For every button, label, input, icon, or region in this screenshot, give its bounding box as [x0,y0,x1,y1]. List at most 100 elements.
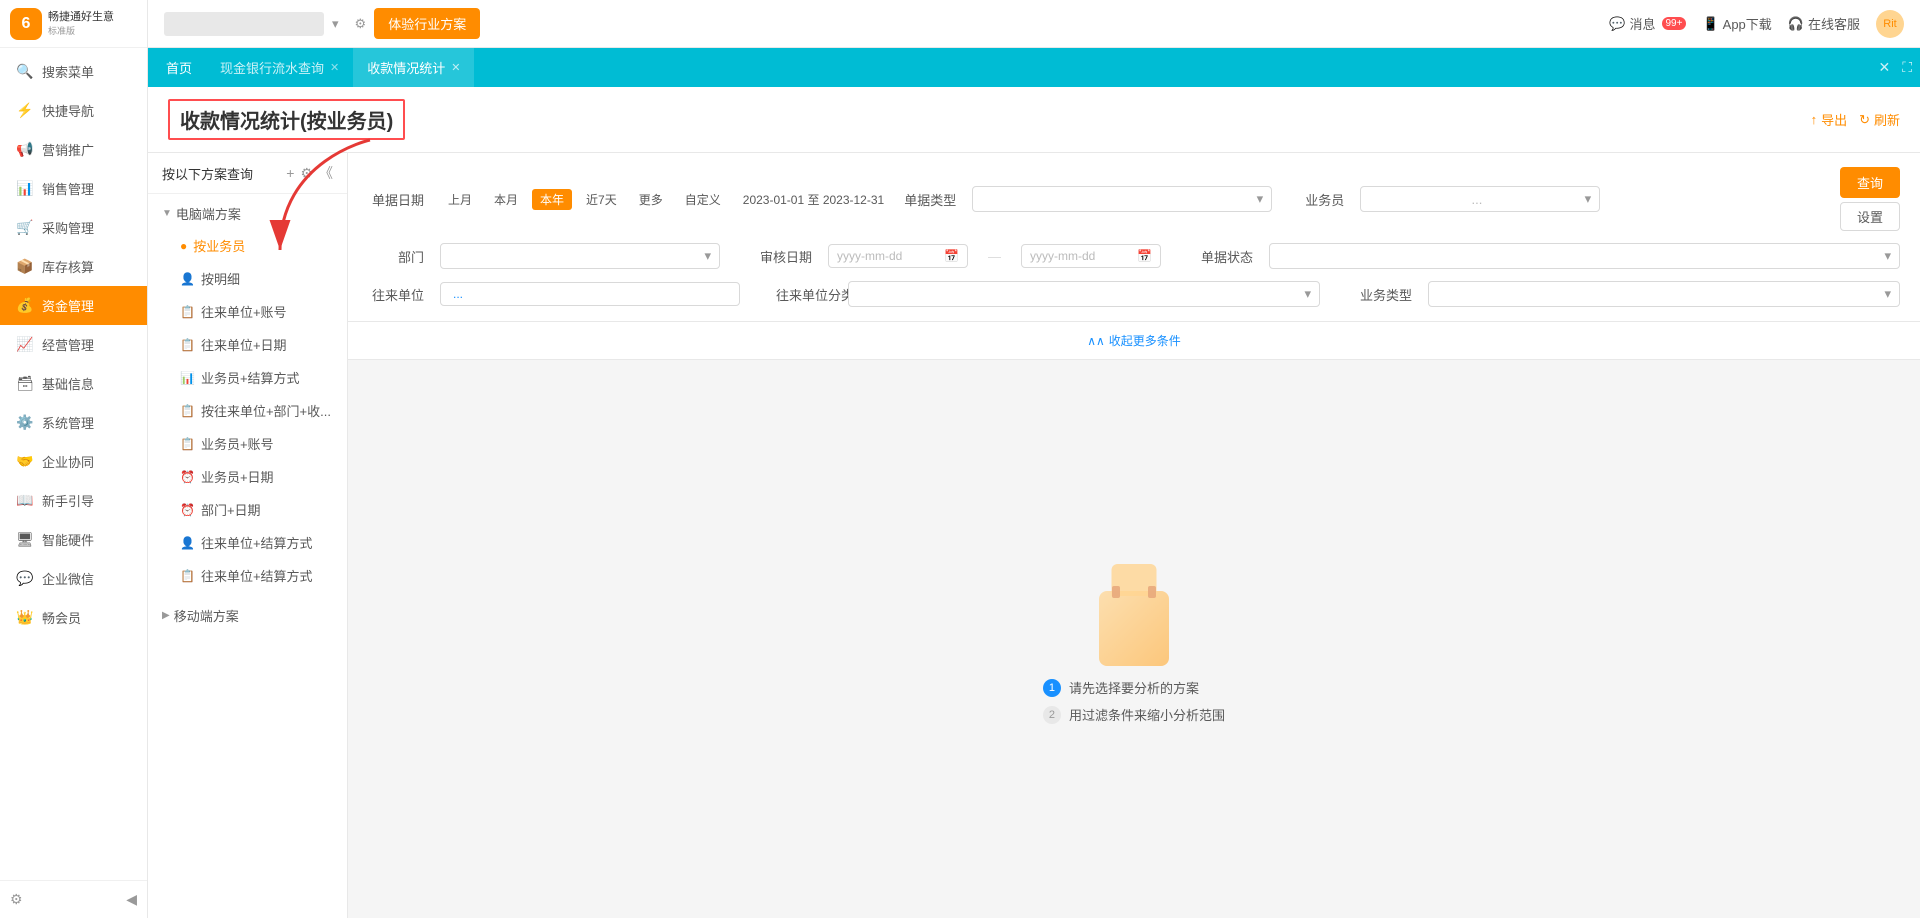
sidebar-item-system[interactable]: ⚙️ 系统管理 [0,403,147,442]
page-actions: ↑ 导出 ↻ 刷新 [1811,110,1900,129]
unit-account-icon: 📋 [180,305,195,319]
desktop-group-header[interactable]: ▼ 电脑端方案 [148,198,347,229]
scheme-item-label: 往来单位+结算方式 [201,566,313,585]
sidebar-item-newbie[interactable]: 📖 新手引导 [0,481,147,520]
download-icon: 📱 [1702,16,1718,32]
shortcut-last-month[interactable]: 上月 [440,189,480,210]
shortcut-more[interactable]: 更多 [631,189,671,210]
tabs-bar: 首页 现金银行流水查询 ✕ 收款情况统计 ✕ ✕ ⛶ [148,48,1920,87]
export-button[interactable]: ↑ 导出 [1811,110,1848,129]
app-logo-icon: 6 [10,8,42,40]
sidebar-item-operation[interactable]: 📈 经营管理 [0,325,147,364]
settings-button[interactable]: 设置 [1840,202,1900,231]
scheme-item-label: 业务员+结算方式 [201,368,300,387]
panel-settings-icon[interactable]: ⚙ [300,165,313,182]
bill-status-select[interactable]: ▾ [1269,243,1900,269]
sidebar-item-finance[interactable]: 💰 资金管理 [0,286,147,325]
sidebar-item-sales[interactable]: 📊 销售管理 [0,169,147,208]
sidebar-item-label: 销售管理 [42,179,94,198]
unit-more-btn[interactable]: ... [453,287,463,301]
audit-date-from-placeholder: yyyy-mm-dd [837,249,902,263]
audit-date-from[interactable]: yyyy-mm-dd 📅 [828,244,968,268]
shortcut-this-year[interactable]: 本年 [532,189,572,210]
chevron-down-icon[interactable]: ▾ [332,16,339,32]
scheme-item-unit-dept-collect[interactable]: 📋 按往来单位+部门+收... [148,394,347,427]
scheme-item-unit-settle1[interactable]: 👤 往来单位+结算方式 [148,526,347,559]
settings-gear-icon[interactable]: ⚙ [355,16,367,32]
scheme-item-unit-account[interactable]: 📋 往来单位+账号 [148,295,347,328]
unit-category-select[interactable]: ▾ [848,281,1320,307]
sidebar-collapse-icon[interactable]: ◀ [126,891,137,908]
refresh-label: 刷新 [1874,110,1900,129]
mobile-group-header[interactable]: ▶ 移动端方案 [148,600,347,631]
sidebar-item-basic[interactable]: 🗃 基础信息 [0,364,147,403]
sidebar-item-label: 快捷导航 [42,101,94,120]
sidebar-item-marketing[interactable]: 📢 营销推广 [0,130,147,169]
sidebar-item-member[interactable]: 👑 畅会员 [0,598,147,637]
tab-home[interactable]: 首页 [152,48,206,87]
sidebar-item-wechat[interactable]: 💬 企业微信 [0,559,147,598]
bill-status-arrow: ▾ [1884,248,1891,264]
scheme-item-by-detail[interactable]: 👤 按明细 [148,262,347,295]
tab-close-window-icon[interactable]: ✕ [1874,55,1894,80]
sidebar-item-search[interactable]: 🔍 搜索菜单 [0,52,147,91]
unit-category-label: 往来单位分类 [776,285,832,304]
audit-date-to[interactable]: yyyy-mm-dd 📅 [1021,244,1161,268]
sidebar-item-enterprise[interactable]: 🤝 企业协同 [0,442,147,481]
collapse-icon: ∧∧ [1087,334,1105,348]
panel-header-actions: + ⚙ 《 [286,163,333,183]
customer-service-area[interactable]: 🎧 在线客服 [1788,14,1860,33]
type-label: 单据类型 [900,190,956,209]
main-area: ▾ ⚙ 体验行业方案 💬 消息 99+ 📱 App下载 🎧 在线客服 Rit [148,0,1920,918]
type-select[interactable]: ▾ [972,186,1272,212]
tab-expand-icon[interactable]: ⛶ [1898,55,1916,80]
business-type-select[interactable]: ▾ [1428,281,1900,307]
sidebar-item-inventory[interactable]: 📦 库存核算 [0,247,147,286]
shortcut-this-month[interactable]: 本月 [486,189,526,210]
panel-add-icon[interactable]: + [286,165,294,181]
search-icon: 🔍 [16,63,34,81]
notification-icon: 💬 [1609,16,1625,32]
export-label: 导出 [1821,110,1847,129]
sidebar-settings-icon[interactable]: ⚙ [10,891,23,908]
scheme-item-label: 往来单位+结算方式 [201,533,313,552]
trial-button[interactable]: 体验行业方案 [374,8,480,39]
member-icon: 👑 [16,609,34,627]
dept-select[interactable]: ▾ [440,243,720,269]
business-type-label: 业务类型 [1356,285,1412,304]
scheme-item-salesman-date[interactable]: ⏰ 业务员+日期 [148,460,347,493]
salesman-select[interactable]: ... ▾ [1360,186,1600,212]
shortcut-custom[interactable]: 自定义 [677,189,729,210]
sidebar-item-label: 营销推广 [42,140,94,159]
sidebar-item-purchase[interactable]: 🛒 采购管理 [0,208,147,247]
scheme-item-unit-date[interactable]: 📋 往来单位+日期 [148,328,347,361]
scheme-item-by-salesman[interactable]: ● 按业务员 [148,229,347,262]
tab-collection-stats[interactable]: 收款情况统计 ✕ [353,48,474,87]
query-button[interactable]: 查询 [1840,167,1900,198]
panel-header-label: 按以下方案查询 [162,164,253,183]
tab-collection-stats-close[interactable]: ✕ [451,61,460,74]
unit-input[interactable]: ... [440,282,740,306]
sidebar-item-shortcut[interactable]: ⚡ 快捷导航 [0,91,147,130]
audit-date-to-placeholder: yyyy-mm-dd [1030,249,1095,263]
user-avatar[interactable]: Rit [1876,10,1904,38]
page-header: 收款情况统计(按业务员) ↑ 导出 ↻ 刷新 [148,87,1920,153]
step-2-number: 2 [1043,706,1061,724]
app-download-area[interactable]: 📱 App下载 [1702,14,1771,33]
enterprise-icon: 🤝 [16,453,34,471]
tab-bank-flow[interactable]: 现金银行流水查询 ✕ [206,48,353,87]
tab-bank-flow-close[interactable]: ✕ [330,61,339,74]
scheme-item-dept-date[interactable]: ⏰ 部门+日期 [148,493,347,526]
sidebar-item-hardware[interactable]: 🖥 智能硬件 [0,520,147,559]
step-1-number: 1 [1043,679,1061,697]
panel-collapse-icon[interactable]: 《 [319,163,333,183]
refresh-button[interactable]: ↻ 刷新 [1859,110,1900,129]
salesman-settle-icon: 📊 [180,371,195,385]
scheme-item-unit-settle2[interactable]: 📋 往来单位+结算方式 [148,559,347,592]
shortcut-last-7-days[interactable]: 近7天 [578,189,625,210]
notification-area[interactable]: 💬 消息 99+ [1609,14,1686,33]
tabs-right-actions: ✕ ⛶ [1874,55,1916,80]
collapse-bar[interactable]: ∧∧ 收起更多条件 [348,322,1920,360]
scheme-item-salesman-account[interactable]: 📋 业务员+账号 [148,427,347,460]
scheme-item-salesman-settle[interactable]: 📊 业务员+结算方式 [148,361,347,394]
